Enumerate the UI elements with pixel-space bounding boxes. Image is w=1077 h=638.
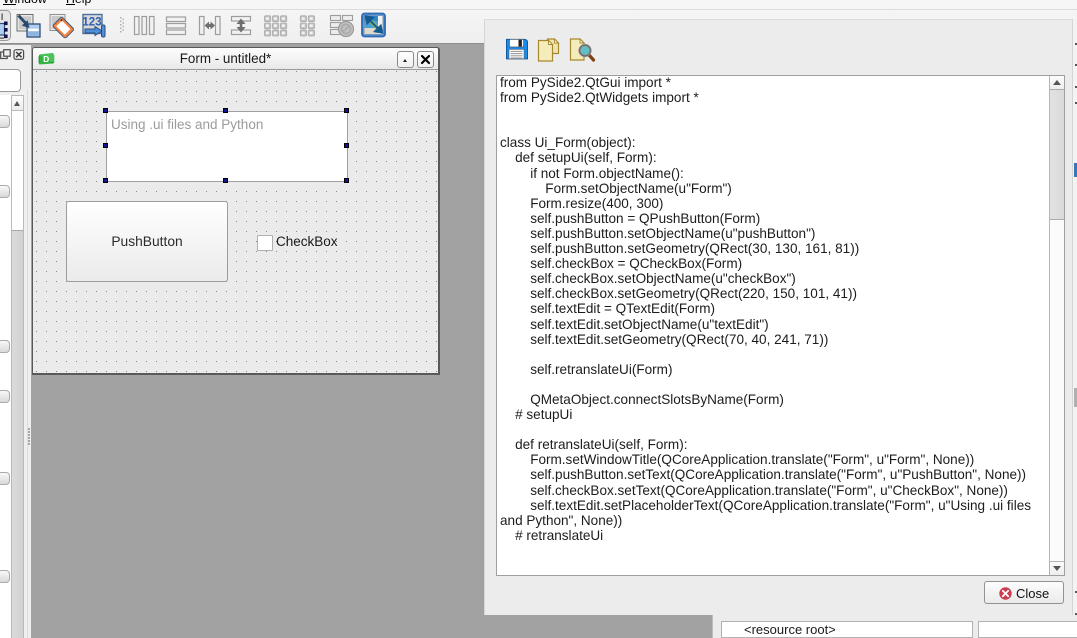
- svg-text:123: 123: [82, 17, 101, 29]
- svg-text:D: D: [43, 54, 49, 64]
